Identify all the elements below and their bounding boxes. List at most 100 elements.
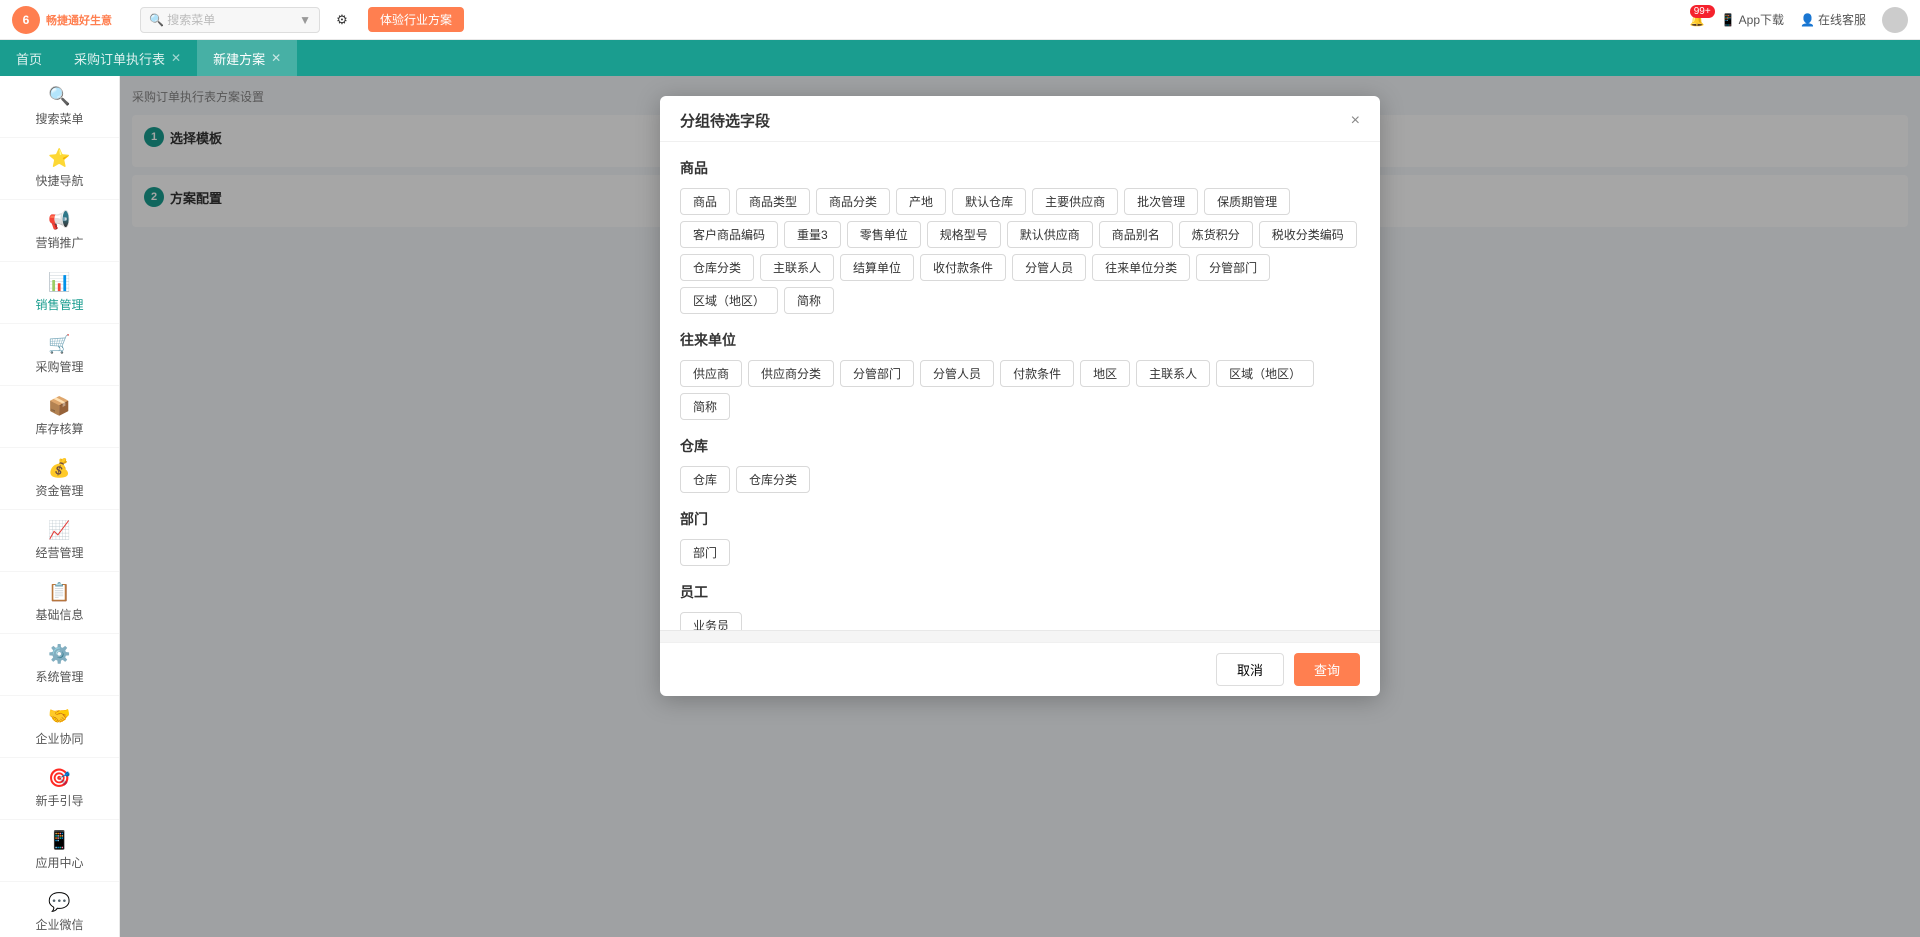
modal-horizontal-scrollbar[interactable] — [660, 630, 1380, 642]
tab-home[interactable]: 首页 — [0, 40, 58, 76]
modal-title: 分组待选字段 — [680, 110, 770, 131]
field-tag-1-6[interactable]: 主联系人 — [1136, 360, 1210, 387]
sidebar-item-3[interactable]: 📊销售管理 — [0, 262, 119, 324]
field-tag-0-2[interactable]: 商品分类 — [816, 188, 890, 215]
download-icon: 📱 — [1721, 13, 1736, 27]
settings-icon[interactable]: ⚙ — [328, 6, 356, 34]
field-tag-0-15[interactable]: 税收分类编码 — [1259, 221, 1357, 248]
field-tags-1: 供应商供应商分类分管部门分管人员付款条件地区主联系人区域（地区） 简称 — [680, 360, 1360, 420]
sidebar-item-12[interactable]: 📱应用中心 — [0, 820, 119, 882]
field-group-3: 部门部门 — [680, 509, 1360, 566]
close-tab-new-icon[interactable]: ✕ — [271, 51, 281, 65]
nav-tabs: 首页 采购订单执行表 ✕ 新建方案 ✕ — [0, 40, 1920, 76]
modal-footer: 取消 查询 — [660, 642, 1380, 696]
field-tag-1-1[interactable]: 供应商分类 — [748, 360, 834, 387]
top-right-area: 🔔 99+ 📱 App下载 👤 在线客服 — [1690, 7, 1908, 33]
field-tag-0-11[interactable]: 规格型号 — [927, 221, 1001, 248]
modal-overlay: 分组待选字段 × 商品商品商品类型商品分类产地默认仓库主要供应商批次管理保质期管… — [120, 76, 1920, 937]
field-tag-0-9[interactable]: 重量3 — [784, 221, 841, 248]
field-tag-1-8[interactable]: 简称 — [680, 393, 730, 420]
sidebar-icon-13: 💬 — [48, 892, 70, 913]
sidebar-icon-12: 📱 — [48, 830, 70, 851]
field-tag-1-2[interactable]: 分管部门 — [840, 360, 914, 387]
sidebar-item-5[interactable]: 📦库存核算 — [0, 386, 119, 448]
field-tag-0-21[interactable]: 往来单位分类 — [1092, 254, 1190, 281]
field-tag-1-3[interactable]: 分管人员 — [920, 360, 994, 387]
field-tag-0-13[interactable]: 商品别名 — [1099, 221, 1173, 248]
confirm-button[interactable]: 查询 — [1294, 653, 1360, 686]
field-tag-0-4[interactable]: 默认仓库 — [952, 188, 1026, 215]
field-tag-1-7[interactable]: 区域（地区） — [1216, 360, 1314, 387]
close-tab-purchase-icon[interactable]: ✕ — [171, 51, 181, 65]
sidebar-item-1[interactable]: ⭐快捷导航 — [0, 138, 119, 200]
sidebar-icon-10: 🤝 — [48, 706, 70, 727]
online-service-link[interactable]: 👤 在线客服 — [1800, 11, 1866, 28]
notification-area[interactable]: 🔔 99+ — [1690, 13, 1705, 27]
field-tag-0-1[interactable]: 商品类型 — [736, 188, 810, 215]
field-tag-3-0[interactable]: 部门 — [680, 539, 730, 566]
field-tags-2: 仓库仓库分类 — [680, 466, 1360, 493]
sidebar-icon-0: 🔍 — [48, 86, 70, 107]
field-tag-0-19[interactable]: 收付款条件 — [920, 254, 1006, 281]
tab-new-plan[interactable]: 新建方案 ✕ — [197, 40, 297, 76]
logo-area: 6 畅捷通好生意 — [12, 6, 132, 34]
field-tag-2-1[interactable]: 仓库分类 — [736, 466, 810, 493]
service-icon: 👤 — [1800, 13, 1815, 27]
field-tag-1-4[interactable]: 付款条件 — [1000, 360, 1074, 387]
dropdown-arrow-icon: ▼ — [299, 13, 311, 27]
field-tag-4-0[interactable]: 业务员 — [680, 612, 742, 630]
sidebar-item-7[interactable]: 📈经营管理 — [0, 510, 119, 572]
field-tag-0-14[interactable]: 炼货积分 — [1179, 221, 1253, 248]
sidebar-icon-3: 📊 — [48, 272, 70, 293]
top-bar: 6 畅捷通好生意 🔍 搜索菜单 ▼ ⚙ 体验行业方案 🔔 99+ 📱 App下载… — [0, 0, 1920, 40]
cancel-button[interactable]: 取消 — [1216, 653, 1284, 686]
field-tag-0-18[interactable]: 结算单位 — [840, 254, 914, 281]
top-search[interactable]: 🔍 搜索菜单 ▼ — [140, 7, 320, 33]
sidebar-icon-1: ⭐ — [48, 148, 70, 169]
experience-btn[interactable]: 体验行业方案 — [368, 7, 464, 32]
field-tag-0-6[interactable]: 批次管理 — [1124, 188, 1198, 215]
logo-icon: 6 — [12, 6, 40, 34]
sidebar-item-0[interactable]: 🔍搜索菜单 — [0, 76, 119, 138]
avatar[interactable] — [1882, 7, 1908, 33]
sidebar-item-2[interactable]: 📢营销推广 — [0, 200, 119, 262]
sidebar-icon-4: 🛒 — [48, 334, 70, 355]
tab-purchase-order[interactable]: 采购订单执行表 ✕ — [58, 40, 197, 76]
field-tag-1-5[interactable]: 地区 — [1080, 360, 1130, 387]
app-download-link[interactable]: 📱 App下载 — [1721, 11, 1784, 28]
sidebar-icon-8: 📋 — [48, 582, 70, 603]
field-group-2: 仓库仓库仓库分类 — [680, 436, 1360, 493]
sidebar-item-11[interactable]: 🎯新手引导 — [0, 758, 119, 820]
field-tag-0-8[interactable]: 客户商品编码 — [680, 221, 778, 248]
modal-close-button[interactable]: × — [1351, 112, 1360, 130]
field-tag-1-0[interactable]: 供应商 — [680, 360, 742, 387]
sidebar-item-8[interactable]: 📋基础信息 — [0, 572, 119, 634]
sidebar: 🔍搜索菜单⭐快捷导航📢营销推广📊销售管理🛒采购管理📦库存核算💰资金管理📈经营管理… — [0, 76, 120, 937]
modal-header: 分组待选字段 × — [660, 96, 1380, 142]
sidebar-icon-9: ⚙️ — [48, 644, 70, 665]
field-tag-0-24[interactable]: 简称 — [784, 287, 834, 314]
field-tag-0-20[interactable]: 分管人员 — [1012, 254, 1086, 281]
sidebar-item-9[interactable]: ⚙️系统管理 — [0, 634, 119, 696]
field-tag-0-16[interactable]: 仓库分类 — [680, 254, 754, 281]
sidebar-icon-7: 📈 — [48, 520, 70, 541]
field-tag-0-5[interactable]: 主要供应商 — [1032, 188, 1118, 215]
sidebar-item-10[interactable]: 🤝企业协同 — [0, 696, 119, 758]
modal-body: 商品商品商品类型商品分类产地默认仓库主要供应商批次管理保质期管理客户商品编码重量… — [660, 142, 1380, 630]
field-tag-0-0[interactable]: 商品 — [680, 188, 730, 215]
sidebar-item-6[interactable]: 💰资金管理 — [0, 448, 119, 510]
field-tag-0-23[interactable]: 区域（地区） — [680, 287, 778, 314]
field-tag-0-17[interactable]: 主联系人 — [760, 254, 834, 281]
field-group-1: 往来单位供应商供应商分类分管部门分管人员付款条件地区主联系人区域（地区）简称 — [680, 330, 1360, 420]
field-tag-0-10[interactable]: 零售单位 — [847, 221, 921, 248]
field-select-modal: 分组待选字段 × 商品商品商品类型商品分类产地默认仓库主要供应商批次管理保质期管… — [660, 96, 1380, 696]
field-tags-0: 商品商品类型商品分类产地默认仓库主要供应商批次管理保质期管理客户商品编码重量3零… — [680, 188, 1360, 314]
logo-text: 畅捷通好生意 — [46, 12, 112, 28]
field-tag-0-22[interactable]: 分管部门 — [1196, 254, 1270, 281]
sidebar-item-13[interactable]: 💬企业微信 — [0, 882, 119, 937]
field-tag-0-7[interactable]: 保质期管理 — [1204, 188, 1290, 215]
field-tag-0-3[interactable]: 产地 — [896, 188, 946, 215]
field-tag-0-12[interactable]: 默认供应商 — [1007, 221, 1093, 248]
sidebar-item-4[interactable]: 🛒采购管理 — [0, 324, 119, 386]
field-tag-2-0[interactable]: 仓库 — [680, 466, 730, 493]
